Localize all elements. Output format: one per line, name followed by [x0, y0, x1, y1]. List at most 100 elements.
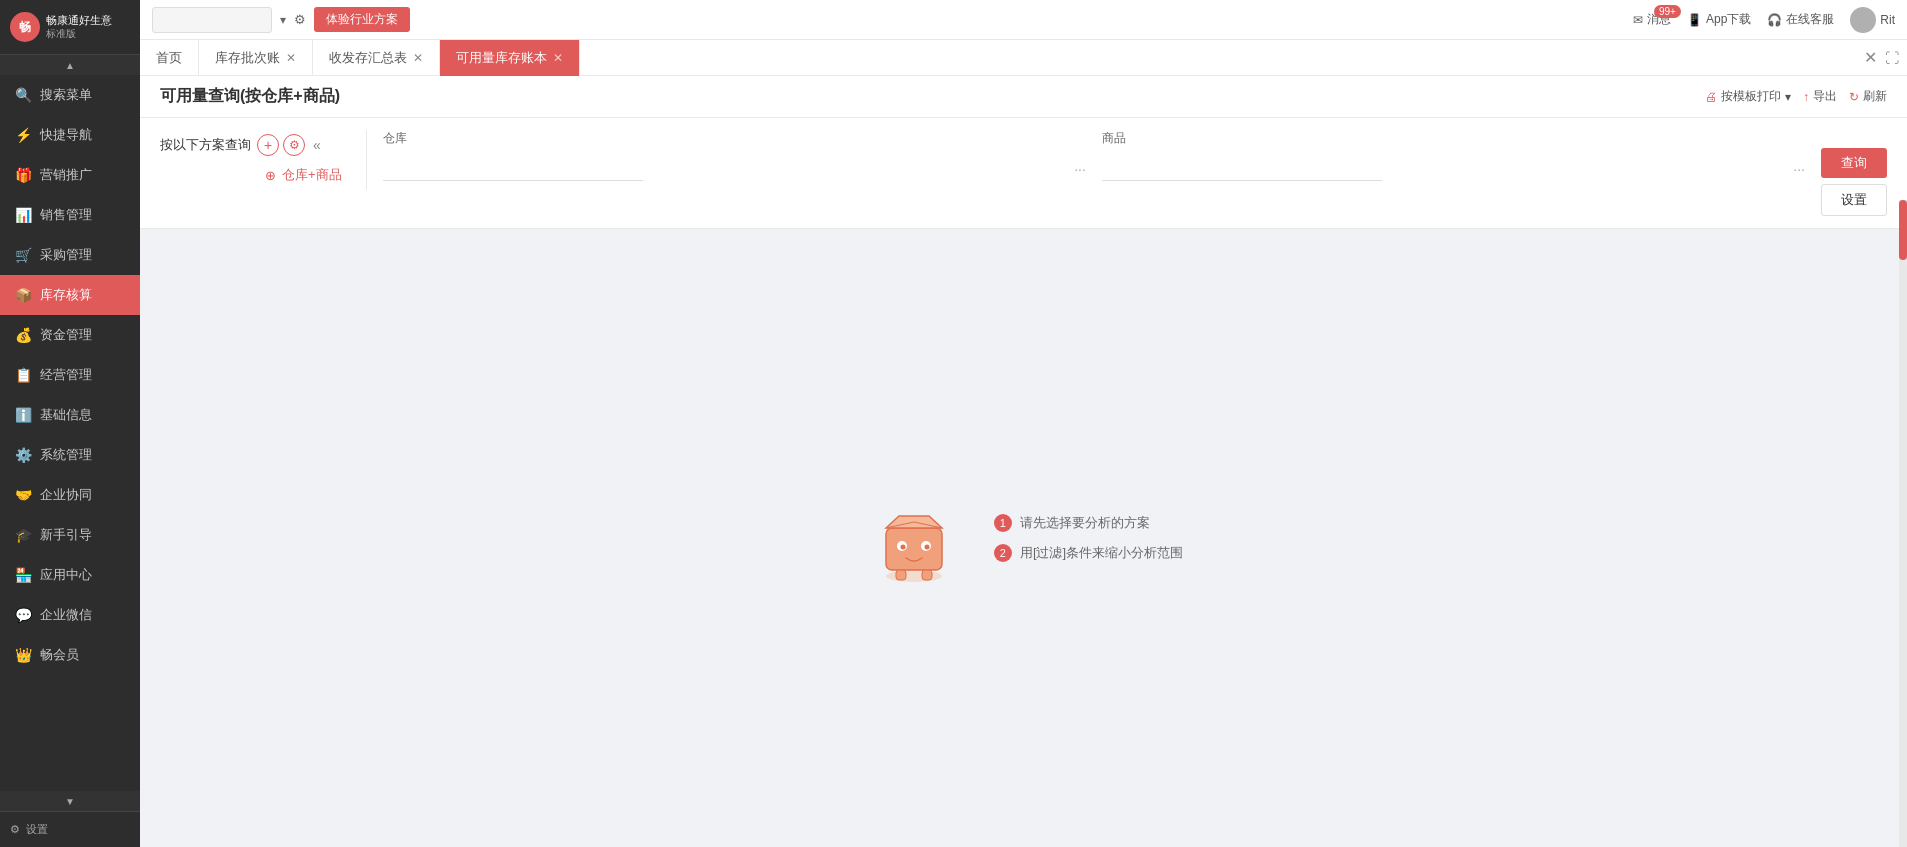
content-area: 可用量查询(按仓库+商品) 🖨 按模板打印 ▾ ↑ 导出 ↻ 刷新: [140, 76, 1907, 847]
query-btn[interactable]: 查询: [1821, 148, 1887, 178]
sidebar-header: 畅 畅康通好生意 标准版: [0, 0, 140, 55]
sidebar-item-sales[interactable]: 📊 销售管理: [0, 195, 140, 235]
empty-tip-1: 1 请先选择要分析的方案: [994, 514, 1183, 532]
right-scrollbar[interactable]: [1899, 200, 1907, 847]
product-filter-field: 商品 ...: [1102, 130, 1809, 181]
search-input[interactable]: [152, 7, 272, 33]
empty-illustration: [864, 488, 964, 588]
search-nav-icon: 🔍: [14, 86, 32, 104]
export-icon: ↑: [1803, 90, 1809, 104]
messages-badge: 99+: [1654, 5, 1681, 18]
tab-close-batch[interactable]: ✕: [286, 51, 296, 65]
message-icon: ✉: [1633, 13, 1643, 27]
main-area: ▾ ⚙ 体验行业方案 ✉ 消息 99+ 📱 App下载 🎧 在线客服 Rit: [140, 0, 1907, 847]
filter-label: 按以下方案查询: [160, 132, 251, 154]
warehouse-filter-field: 仓库 ...: [383, 130, 1090, 181]
tip-number-1: 1: [994, 514, 1012, 532]
online-service-btn[interactable]: 🎧 在线客服: [1767, 11, 1834, 28]
warehouse-input-wrapper: ...: [383, 151, 1090, 181]
purchase-icon: 🛒: [14, 246, 32, 264]
finance-icon: 💰: [14, 326, 32, 344]
empty-content: 1 请先选择要分析的方案 2 用[过滤]条件来缩小分析范围: [864, 488, 1183, 588]
gear-icon[interactable]: ⚙: [294, 12, 306, 27]
sidebar-item-vip[interactable]: 👑 畅会员: [0, 635, 140, 675]
tab-summary[interactable]: 收发存汇总表 ✕: [313, 40, 440, 76]
sidebar-title: 畅康通好生意: [46, 13, 112, 27]
sidebar-item-search[interactable]: 🔍 搜索菜单: [0, 75, 140, 115]
export-btn[interactable]: ↑ 导出: [1803, 88, 1837, 105]
sidebar-item-guide[interactable]: 🎓 新手引导: [0, 515, 140, 555]
operation-icon: 📋: [14, 366, 32, 384]
sidebar-bottom[interactable]: ⚙ 设置: [0, 811, 140, 847]
headset-icon: 🎧: [1767, 13, 1782, 27]
sidebar-nav: 🔍 搜索菜单 ⚡ 快捷导航 🎁 营销推广 📊 销售管理 🛒 采购管理 📦 库存核…: [0, 75, 140, 791]
expand-btn[interactable]: ⛶: [1885, 50, 1899, 66]
sidebar-item-finance[interactable]: 💰 资金管理: [0, 315, 140, 355]
tabs-bar: 首页 库存批次账 ✕ 收发存汇总表 ✕ 可用量库存账本 ✕ ✕ ⛶: [140, 40, 1907, 76]
tab-available-inventory[interactable]: 可用量库存账本 ✕: [440, 40, 580, 76]
empty-tips: 1 请先选择要分析的方案 2 用[过滤]条件来缩小分析范围: [994, 514, 1183, 562]
print-btn[interactable]: 🖨 按模板打印 ▾: [1705, 88, 1791, 105]
filter-panel: 按以下方案查询 + ⚙ « ⊕ 仓库+商品 仓库: [140, 118, 1907, 229]
product-input-wrapper: ...: [1102, 151, 1809, 181]
wechat-icon: 💬: [14, 606, 32, 624]
sidebar-item-marketing[interactable]: 🎁 营销推广: [0, 155, 140, 195]
refresh-btn[interactable]: ↻ 刷新: [1849, 88, 1887, 105]
inventory-icon: 📦: [14, 286, 32, 304]
sidebar-item-quicknav[interactable]: ⚡ 快捷导航: [0, 115, 140, 155]
dropdown-arrow[interactable]: ▾: [280, 13, 286, 27]
sidebar-item-purchase[interactable]: 🛒 采购管理: [0, 235, 140, 275]
sidebar: 畅 畅康通好生意 标准版 ▲ 🔍 搜索菜单 ⚡ 快捷导航 🎁 营销推广 📊 销售…: [0, 0, 140, 847]
svg-rect-1: [886, 528, 942, 570]
schema-label: 仓库+商品: [282, 166, 342, 184]
filter-add-btn[interactable]: +: [257, 134, 279, 156]
system-icon: ⚙️: [14, 446, 32, 464]
product-input[interactable]: [1102, 151, 1382, 181]
avatar: [1850, 7, 1876, 33]
sidebar-item-basicinfo[interactable]: ℹ️ 基础信息: [0, 395, 140, 435]
messages-btn[interactable]: ✉ 消息 99+: [1633, 11, 1671, 28]
tab-close-summary[interactable]: ✕: [413, 51, 423, 65]
sidebar-scroll-up[interactable]: ▲: [0, 55, 140, 75]
svg-point-6: [924, 545, 929, 550]
sidebar-item-operation[interactable]: 📋 经营管理: [0, 355, 140, 395]
topbar-right: ✉ 消息 99+ 📱 App下载 🎧 在线客服 Rit: [1633, 7, 1895, 33]
filter-collapse-btn[interactable]: «: [313, 137, 321, 153]
tab-batch-ledger[interactable]: 库存批次账 ✕: [199, 40, 313, 76]
sidebar-item-appcenter[interactable]: 🏪 应用中心: [0, 555, 140, 595]
sidebar-item-inventory[interactable]: 📦 库存核算: [0, 275, 140, 315]
filter-controls: + ⚙ «: [257, 134, 350, 156]
filter-divider: [366, 130, 367, 190]
empty-state: 1 请先选择要分析的方案 2 用[过滤]条件来缩小分析范围: [140, 229, 1907, 847]
app-download-btn[interactable]: 📱 App下载: [1687, 11, 1751, 28]
schema-icon: ⊕: [265, 168, 276, 183]
refresh-icon: ↻: [1849, 90, 1859, 104]
topbar: ▾ ⚙ 体验行业方案 ✉ 消息 99+ 📱 App下载 🎧 在线客服 Rit: [140, 0, 1907, 40]
sidebar-item-enterprise[interactable]: 🤝 企业协同: [0, 475, 140, 515]
sidebar-item-wechat[interactable]: 💬 企业微信: [0, 595, 140, 635]
svg-point-5: [900, 545, 905, 550]
phone-icon: 📱: [1687, 13, 1702, 27]
print-dropdown-arrow[interactable]: ▾: [1785, 90, 1791, 104]
close-all-tabs-btn[interactable]: ✕: [1864, 48, 1877, 67]
appcenter-icon: 🏪: [14, 566, 32, 584]
filter-schema-item[interactable]: ⊕ 仓库+商品: [257, 162, 350, 188]
tab-close-available[interactable]: ✕: [553, 51, 563, 65]
warehouse-dots[interactable]: ...: [1074, 158, 1086, 174]
sidebar-scroll-down[interactable]: ▼: [0, 791, 140, 811]
product-dots[interactable]: ...: [1793, 158, 1805, 174]
guide-icon: 🎓: [14, 526, 32, 544]
tab-home[interactable]: 首页: [140, 40, 199, 76]
sidebar-logo: 畅: [10, 12, 40, 42]
sidebar-item-system[interactable]: ⚙️ 系统管理: [0, 435, 140, 475]
warehouse-label: 仓库: [383, 130, 1090, 147]
setting-btn[interactable]: 设置: [1821, 184, 1887, 216]
tip-number-2: 2: [994, 544, 1012, 562]
user-btn[interactable]: Rit: [1850, 7, 1895, 33]
svg-rect-8: [922, 570, 932, 580]
filter-settings-btn[interactable]: ⚙: [283, 134, 305, 156]
scrollbar-thumb: [1899, 200, 1907, 260]
industry-btn[interactable]: 体验行业方案: [314, 7, 410, 32]
warehouse-input[interactable]: [383, 151, 643, 181]
settings-icon: ⚙: [10, 823, 20, 836]
